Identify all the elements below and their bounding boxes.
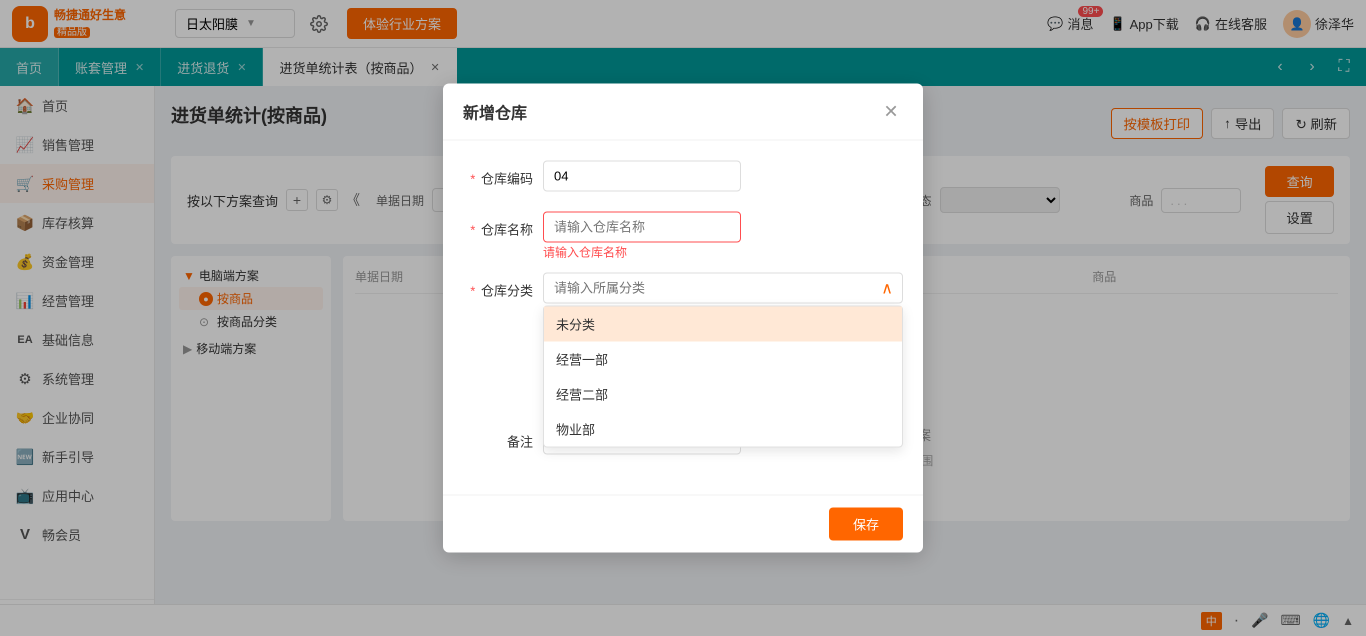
- form-label-name: * 仓库名称: [463, 212, 543, 239]
- form-row-code: * 仓库编码: [463, 161, 903, 192]
- name-input-wrap: 请输入仓库名称: [543, 212, 903, 243]
- select-arrow-icon[interactable]: ∧: [881, 278, 893, 298]
- dropdown-item-property[interactable]: 物业部: [544, 412, 902, 447]
- form-label-category: * 仓库分类: [463, 273, 543, 300]
- code-input-wrap: [543, 161, 903, 192]
- modal-close-button[interactable]: ✕: [879, 100, 903, 124]
- dropdown-item-op2[interactable]: 经营二部: [544, 377, 902, 412]
- warehouse-code-input[interactable]: [543, 161, 741, 192]
- dropdown-item-uncategorized[interactable]: 未分类: [544, 307, 902, 342]
- category-dropdown-list: 未分类 经营一部 经营二部 物业部: [543, 306, 903, 448]
- dropdown-item-op1[interactable]: 经营一部: [544, 342, 902, 377]
- modal-header: 新增仓库 ✕: [443, 84, 923, 141]
- form-label-remark: 备注: [463, 424, 543, 451]
- save-button[interactable]: 保存: [829, 508, 903, 541]
- modal-footer: 保存: [443, 495, 923, 553]
- category-select-wrap: ∧ 未分类 经营一部 经营二部 物业部: [543, 273, 903, 304]
- form-label-code: * 仓库编码: [463, 161, 543, 188]
- form-row-category: * 仓库分类 ∧ 未分类 经营一部 经营二部 物业部: [463, 273, 903, 304]
- add-warehouse-modal: 新增仓库 ✕ * 仓库编码 * 仓库名称 请输入仓库名称: [443, 84, 923, 553]
- modal-body: * 仓库编码 * 仓库名称 请输入仓库名称 * 仓库分类: [443, 141, 923, 495]
- form-row-name: * 仓库名称 请输入仓库名称: [463, 212, 903, 243]
- category-input[interactable]: [543, 273, 903, 304]
- warehouse-name-input[interactable]: [543, 212, 741, 243]
- name-error-message: 请输入仓库名称: [543, 244, 627, 261]
- modal-title: 新增仓库: [463, 100, 527, 124]
